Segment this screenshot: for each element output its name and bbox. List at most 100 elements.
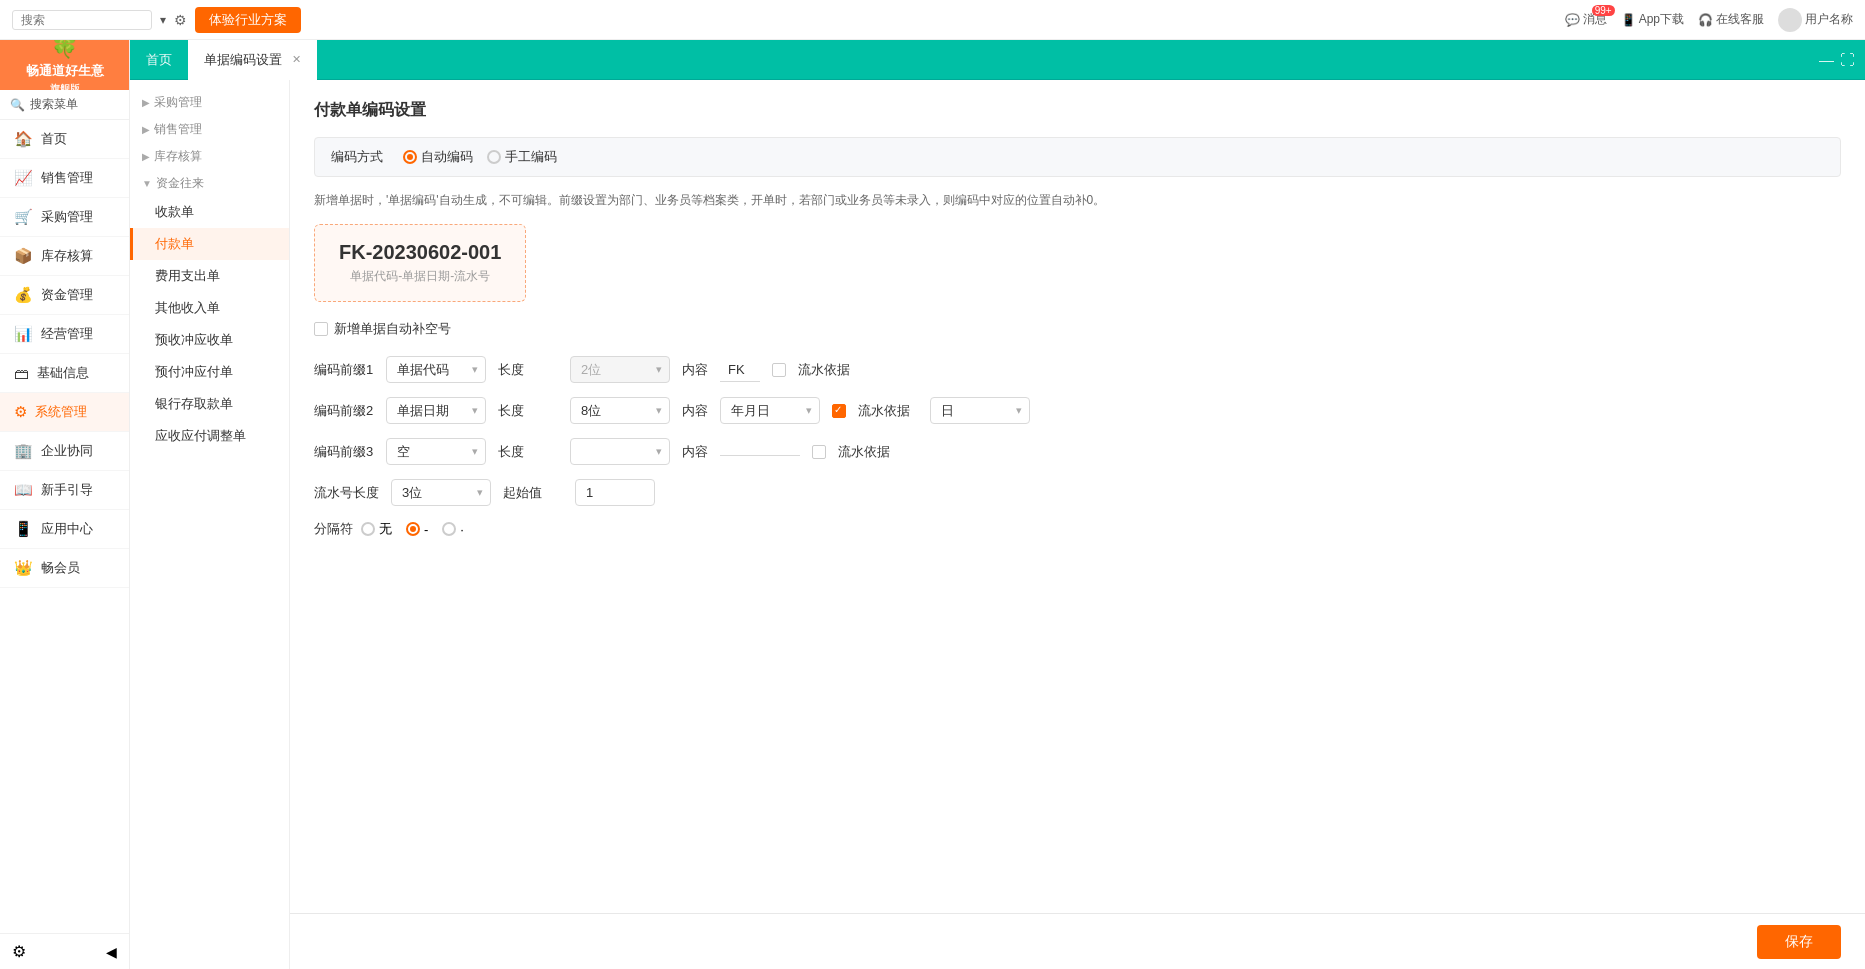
sidebar-item-stock[interactable]: 📦 库存核算: [0, 237, 129, 276]
sidebar-item-enterprise[interactable]: 🏢 企业协同: [0, 432, 129, 471]
sidebar-collapse-icon[interactable]: ◀: [106, 944, 117, 960]
sidebar-item-member[interactable]: 👑 畅会员: [0, 549, 129, 588]
prefix1-content-value: FK: [720, 358, 760, 382]
sub-nav-item-prepay-receivable[interactable]: 预收冲应收单: [130, 324, 289, 356]
sub-nav-group-sales[interactable]: ▶ 销售管理: [130, 115, 289, 142]
sidebar-label-sales: 销售管理: [41, 169, 93, 187]
topbar-gear-icon[interactable]: ⚙: [174, 12, 187, 28]
online-service-btn[interactable]: 🎧 在线客服: [1698, 11, 1764, 28]
serial-length-wrap: 3位: [391, 479, 491, 506]
prefix3-flow-checkbox[interactable]: [812, 445, 826, 459]
prefix1-flow-checkbox[interactable]: [772, 363, 786, 377]
prefix3-length-select[interactable]: [570, 438, 670, 465]
stock-group-label: 库存核算: [154, 148, 202, 165]
message-btn[interactable]: 💬 消息 99+: [1565, 11, 1607, 28]
sidebar-label-enterprise: 企业协同: [41, 442, 93, 460]
prefix2-content-select[interactable]: 年月日: [720, 397, 820, 424]
finance-group-label: 资金往来: [156, 175, 204, 192]
receivable-adjust-label: 应收应付调整单: [155, 428, 246, 443]
start-value-input[interactable]: [575, 479, 655, 506]
tabbar-minimize-icon[interactable]: —: [1819, 51, 1834, 68]
form-area: 付款单编码设置 编码方式 自动编码 手工编码: [290, 80, 1865, 913]
prefix3-label: 编码前缀3: [314, 443, 374, 461]
guide-icon: 📖: [14, 481, 33, 499]
sub-nav-item-other-income[interactable]: 其他收入单: [130, 292, 289, 324]
prefix3-select[interactable]: 空: [386, 438, 486, 465]
sales-icon: 📈: [14, 169, 33, 187]
prefix2-length-select[interactable]: 8位: [570, 397, 670, 424]
code-preview-main: FK-20230602-001: [339, 241, 501, 264]
serial-length-select[interactable]: 3位: [391, 479, 491, 506]
prefix1-flow-label: 流水依据: [798, 361, 858, 379]
sidebar-logo: 🍀 畅通道好生意 旗舰版: [0, 40, 129, 90]
tab-encoding-label: 单据编码设置: [204, 51, 282, 69]
prefix2-select[interactable]: 单据日期: [386, 397, 486, 424]
sidebar-item-basic[interactable]: 🗃 基础信息: [0, 354, 129, 393]
bank-deposit-label: 银行存取款单: [155, 396, 233, 411]
sub-nav-group-finance[interactable]: ▼ 资金往来: [130, 169, 289, 196]
auto-encoding-label: 自动编码: [421, 148, 473, 166]
tab-home[interactable]: 首页: [130, 40, 188, 80]
auto-fill-row[interactable]: 新增单据自动补空号: [314, 320, 1841, 338]
app-download-btn[interactable]: 📱 App下载: [1621, 11, 1684, 28]
prefix2-length-label: 长度: [498, 402, 558, 420]
sub-nav-group-stock[interactable]: ▶ 库存核算: [130, 142, 289, 169]
finance-icon: 💰: [14, 286, 33, 304]
tabbar-expand-icon[interactable]: ⛶: [1840, 51, 1855, 68]
sidebar-item-purchase[interactable]: 🛒 采购管理: [0, 198, 129, 237]
tabbar: 首页 单据编码设置 ✕ — ⛶: [130, 40, 1865, 80]
search-input[interactable]: [12, 10, 152, 30]
prefix1-length-select[interactable]: 2位: [570, 356, 670, 383]
separator-dot-item[interactable]: ·: [442, 522, 464, 537]
separator-dash-char: -: [424, 522, 428, 537]
separator-none-item[interactable]: 无: [361, 520, 392, 538]
sidebar-label-finance: 资金管理: [41, 286, 93, 304]
prefix2-flow-checkbox[interactable]: [832, 404, 846, 418]
sidebar-item-system[interactable]: ⚙ 系统管理: [0, 393, 129, 432]
sub-nav-item-receipt[interactable]: 收款单: [130, 196, 289, 228]
prefix1-select[interactable]: 单据代码: [386, 356, 486, 383]
sub-nav-item-prepay-payable[interactable]: 预付冲应付单: [130, 356, 289, 388]
sidebar-item-sales[interactable]: 📈 销售管理: [0, 159, 129, 198]
sidebar-item-finance[interactable]: 💰 资金管理: [0, 276, 129, 315]
topbar-dropdown[interactable]: ▾: [160, 13, 166, 27]
sidebar-item-apps[interactable]: 📱 应用中心: [0, 510, 129, 549]
user-name: 用户名称: [1805, 11, 1853, 28]
separator-dash-item[interactable]: -: [406, 522, 428, 537]
sidebar-settings-icon[interactable]: ⚙: [12, 942, 26, 961]
prefix2-select-wrap: 单据日期: [386, 397, 486, 424]
sub-nav-item-payment[interactable]: 付款单: [130, 228, 289, 260]
prefix2-flow-unit-select[interactable]: 日: [930, 397, 1030, 424]
prefix2-label: 编码前缀2: [314, 402, 374, 420]
sub-nav-item-receivable-adjust[interactable]: 应收应付调整单: [130, 420, 289, 452]
purchase-icon: 🛒: [14, 208, 33, 226]
sub-nav-group-purchase[interactable]: ▶ 采购管理: [130, 88, 289, 115]
manual-encoding-radio[interactable]: 手工编码: [487, 148, 557, 166]
sidebar-item-operation[interactable]: 📊 经营管理: [0, 315, 129, 354]
tab-encoding[interactable]: 单据编码设置 ✕: [188, 40, 317, 80]
auto-fill-checkbox[interactable]: [314, 322, 328, 336]
trial-btn[interactable]: 体验行业方案: [195, 7, 301, 33]
save-button[interactable]: 保存: [1757, 925, 1841, 959]
inner-layout: ▶ 采购管理 ▶ 销售管理 ▶ 库存核算 ▼ 资金往来 收款单: [130, 80, 1865, 969]
prefix2-content-label: 内容: [682, 402, 708, 420]
code-preview-sub: 单据代码-单据日期-流水号: [339, 268, 501, 285]
sub-nav-item-bank-deposit[interactable]: 银行存取款单: [130, 388, 289, 420]
stock-group-arrow: ▶: [142, 151, 150, 162]
sidebar-item-home[interactable]: 🏠 首页: [0, 120, 129, 159]
prefix2-row: 编码前缀2 单据日期 长度 8位 内容: [314, 397, 1841, 424]
sidebar-item-guide[interactable]: 📖 新手引导: [0, 471, 129, 510]
bottom-bar: 保存: [290, 913, 1865, 969]
auto-encoding-radio[interactable]: 自动编码: [403, 148, 473, 166]
sub-nav-item-expense[interactable]: 费用支出单: [130, 260, 289, 292]
user-info[interactable]: 用户名称: [1778, 8, 1853, 32]
stock-icon: 📦: [14, 247, 33, 265]
manual-encoding-label: 手工编码: [505, 148, 557, 166]
separator-dot-char: ·: [460, 522, 464, 537]
hint-text: 新增单据时，'单据编码'自动生成，不可编辑。前缀设置为部门、业务员等档案类，开单…: [314, 191, 1841, 210]
serial-row: 流水号长度 3位 起始值: [314, 479, 1841, 506]
prefix1-length-label: 长度: [498, 361, 558, 379]
separator-dash-circle: [406, 522, 420, 536]
tab-encoding-close[interactable]: ✕: [292, 53, 301, 66]
prefix1-select-wrap: 单据代码: [386, 356, 486, 383]
